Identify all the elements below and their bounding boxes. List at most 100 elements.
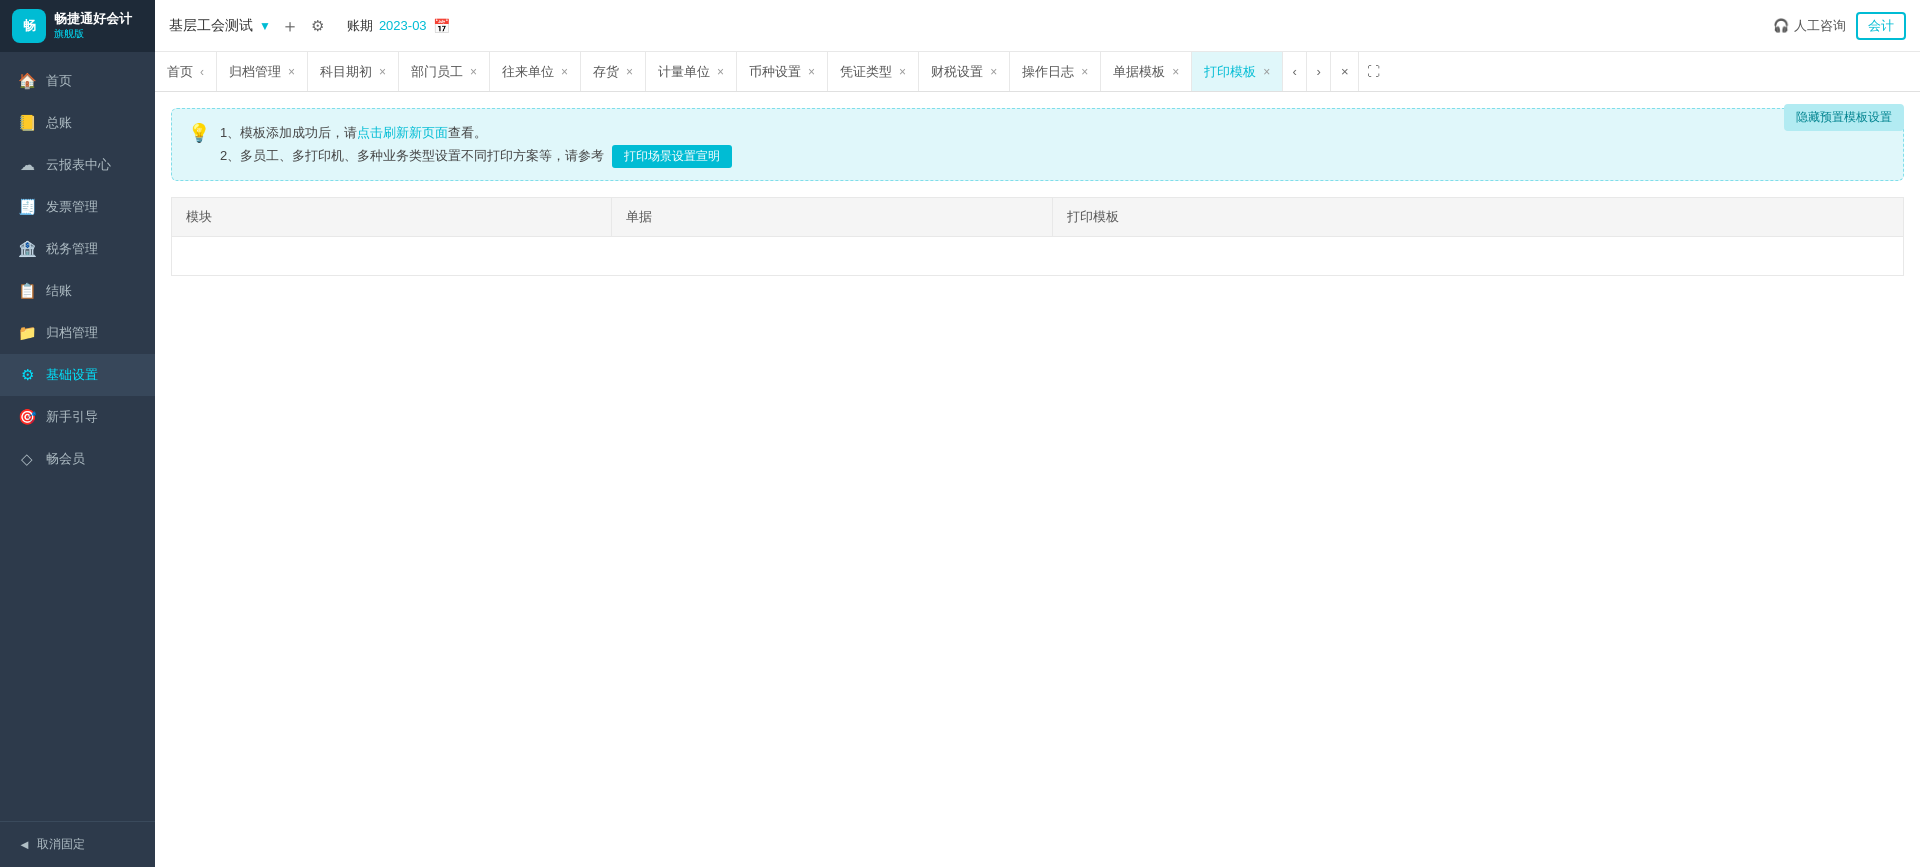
tab-departments-label: 部门员工 — [411, 63, 463, 81]
col-module: 模块 — [172, 198, 612, 236]
tab-inventory-close[interactable]: × — [626, 65, 633, 79]
sidebar-item-settings[interactable]: ⚙ 基础设置 — [0, 354, 155, 396]
tabs-next-button[interactable]: › — [1307, 52, 1331, 92]
reports-icon: ☁ — [18, 156, 36, 174]
tab-print-template-close[interactable]: × — [1263, 65, 1270, 79]
sidebar-item-settings-label: 基础设置 — [46, 366, 98, 384]
unpin-icon: ◄ — [18, 837, 31, 852]
sidebar-item-tax[interactable]: 🏦 税务管理 — [0, 228, 155, 270]
notice-line1-suffix: 查看。 — [448, 125, 487, 140]
tab-contacts-label: 往来单位 — [502, 63, 554, 81]
tab-home[interactable]: 首页 ‹ — [155, 52, 217, 92]
tab-subjects[interactable]: 科目期初 × — [308, 52, 399, 92]
tab-print-template[interactable]: 打印模板 × — [1192, 52, 1283, 92]
tab-single-template[interactable]: 单据模板 × — [1101, 52, 1192, 92]
tab-departments-close[interactable]: × — [470, 65, 477, 79]
tab-single-template-close[interactable]: × — [1172, 65, 1179, 79]
col-print-template: 打印模板 — [1053, 198, 1904, 236]
sidebar-nav: 🏠 首页 📒 总账 ☁ 云报表中心 🧾 发票管理 🏦 税务管理 📋 结账 📁 归… — [0, 52, 155, 821]
header-gear-button[interactable]: ⚙ — [307, 15, 329, 37]
tab-archive-close[interactable]: × — [288, 65, 295, 79]
tab-voucher-type[interactable]: 凭证类型 × — [828, 52, 919, 92]
notice-box: 💡 1、模板添加成功后，请点击刷新新页面查看。 2、多员工、多打印机、多种业务类… — [171, 108, 1904, 181]
tab-voucher-type-close[interactable]: × — [899, 65, 906, 79]
header-period: 账期 2023-03 📅 — [347, 17, 450, 35]
sidebar-item-tax-label: 税务管理 — [46, 240, 98, 258]
tab-contacts-close[interactable]: × — [561, 65, 568, 79]
archive-icon: 📁 — [18, 324, 36, 342]
tab-archive-label: 归档管理 — [229, 63, 281, 81]
content-area: 隐藏预置模板设置 💡 1、模板添加成功后，请点击刷新新页面查看。 2、多员工、多… — [155, 92, 1920, 867]
tab-tax[interactable]: 财税设置 × — [919, 52, 1010, 92]
tab-unit-close[interactable]: × — [717, 65, 724, 79]
company-name: 基层工会测试 — [169, 17, 253, 35]
add-tab-button[interactable]: ＋ — [279, 15, 301, 37]
tab-unit[interactable]: 计量单位 × — [646, 52, 737, 92]
tab-subjects-close[interactable]: × — [379, 65, 386, 79]
tab-archive[interactable]: 归档管理 × — [217, 52, 308, 92]
tab-tax-close[interactable]: × — [990, 65, 997, 79]
tabs-close-all-button[interactable]: × — [1331, 52, 1359, 92]
tab-departments[interactable]: 部门员工 × — [399, 52, 490, 92]
sidebar-footer-label: 取消固定 — [37, 836, 85, 853]
checkout-icon: 📋 — [18, 282, 36, 300]
tab-operation-log[interactable]: 操作日志 × — [1010, 52, 1101, 92]
guide-icon: 🎯 — [18, 408, 36, 426]
calendar-icon[interactable]: 📅 — [433, 18, 450, 34]
period-value: 2023-03 — [379, 18, 427, 33]
print-scene-settings-button[interactable]: 打印场景设置宣明 — [612, 145, 732, 168]
tax-icon: 🏦 — [18, 240, 36, 258]
tab-operation-log-close[interactable]: × — [1081, 65, 1088, 79]
sidebar-item-checkout-label: 结账 — [46, 282, 72, 300]
tab-operation-log-label: 操作日志 — [1022, 63, 1074, 81]
main-area: 基层工会测试 ▼ ＋ ⚙ 账期 2023-03 📅 🎧 人工咨询 会计 首页 ‹… — [155, 0, 1920, 867]
sidebar-item-member[interactable]: ◇ 畅会员 — [0, 438, 155, 480]
notice-line2: 2、多员工、多打印机、多种业务类型设置不同打印方案等，请参考 打印场景设置宣明 — [220, 144, 732, 168]
home-icon: 🏠 — [18, 72, 36, 90]
sidebar-unpin-button[interactable]: ◄ 取消固定 — [0, 821, 155, 867]
tab-voucher-type-label: 凭证类型 — [840, 63, 892, 81]
app-edition: 旗舰版 — [54, 27, 132, 41]
sidebar-item-reports[interactable]: ☁ 云报表中心 — [0, 144, 155, 186]
member-icon: ◇ — [18, 450, 36, 468]
tab-currency[interactable]: 币种设置 × — [737, 52, 828, 92]
tab-print-template-label: 打印模板 — [1204, 63, 1256, 81]
notice-line1-prefix: 1、模板添加成功后，请 — [220, 125, 357, 140]
ledger-icon: 📒 — [18, 114, 36, 132]
sidebar-item-invoice[interactable]: 🧾 发票管理 — [0, 186, 155, 228]
sidebar-item-guide[interactable]: 🎯 新手引导 — [0, 396, 155, 438]
notice-text: 1、模板添加成功后，请点击刷新新页面查看。 2、多员工、多打印机、多种业务类型设… — [220, 121, 732, 168]
support-label: 人工咨询 — [1794, 17, 1846, 35]
content-inner: 隐藏预置模板设置 💡 1、模板添加成功后，请点击刷新新页面查看。 2、多员工、多… — [155, 92, 1920, 867]
header: 基层工会测试 ▼ ＋ ⚙ 账期 2023-03 📅 🎧 人工咨询 会计 — [155, 0, 1920, 52]
kuaiji-button[interactable]: 会计 — [1856, 12, 1906, 40]
sidebar-item-home[interactable]: 🏠 首页 — [0, 60, 155, 102]
sidebar-item-ledger[interactable]: 📒 总账 — [0, 102, 155, 144]
table-body — [171, 236, 1904, 276]
tabs-prev-button[interactable]: ‹ — [1283, 52, 1307, 92]
app-name: 畅捷通好会计 — [54, 11, 132, 27]
tab-currency-close[interactable]: × — [808, 65, 815, 79]
sidebar-item-home-label: 首页 — [46, 72, 72, 90]
sidebar-item-archive[interactable]: 📁 归档管理 — [0, 312, 155, 354]
tab-single-template-label: 单据模板 — [1113, 63, 1165, 81]
header-company: 基层工会测试 ▼ — [169, 17, 271, 35]
tab-inventory-label: 存货 — [593, 63, 619, 81]
tabs-expand-button[interactable]: ⛶ — [1359, 52, 1387, 92]
tabs-bar: 首页 ‹ 归档管理 × 科目期初 × 部门员工 × 往来单位 × 存货 × 计量… — [155, 52, 1920, 92]
sidebar-item-checkout[interactable]: 📋 结账 — [0, 270, 155, 312]
sidebar: 畅 畅捷通好会计 旗舰版 🏠 首页 📒 总账 ☁ 云报表中心 🧾 发票管理 🏦 … — [0, 0, 155, 867]
company-dropdown-icon[interactable]: ▼ — [259, 19, 271, 33]
sidebar-item-ledger-label: 总账 — [46, 114, 72, 132]
tab-inventory[interactable]: 存货 × — [581, 52, 646, 92]
tab-contacts[interactable]: 往来单位 × — [490, 52, 581, 92]
table-header: 模块 单据 打印模板 — [171, 197, 1904, 236]
hide-preview-template-button[interactable]: 隐藏预置模板设置 — [1784, 104, 1904, 131]
notice-refresh-link[interactable]: 点击刷新新页面 — [357, 125, 448, 140]
tab-unit-label: 计量单位 — [658, 63, 710, 81]
app-logo-text: 畅捷通好会计 旗舰版 — [54, 11, 132, 41]
tab-home-nav-icon[interactable]: ‹ — [200, 65, 204, 79]
tab-tax-label: 财税设置 — [931, 63, 983, 81]
sidebar-item-invoice-label: 发票管理 — [46, 198, 98, 216]
support-button[interactable]: 🎧 人工咨询 — [1773, 17, 1846, 35]
